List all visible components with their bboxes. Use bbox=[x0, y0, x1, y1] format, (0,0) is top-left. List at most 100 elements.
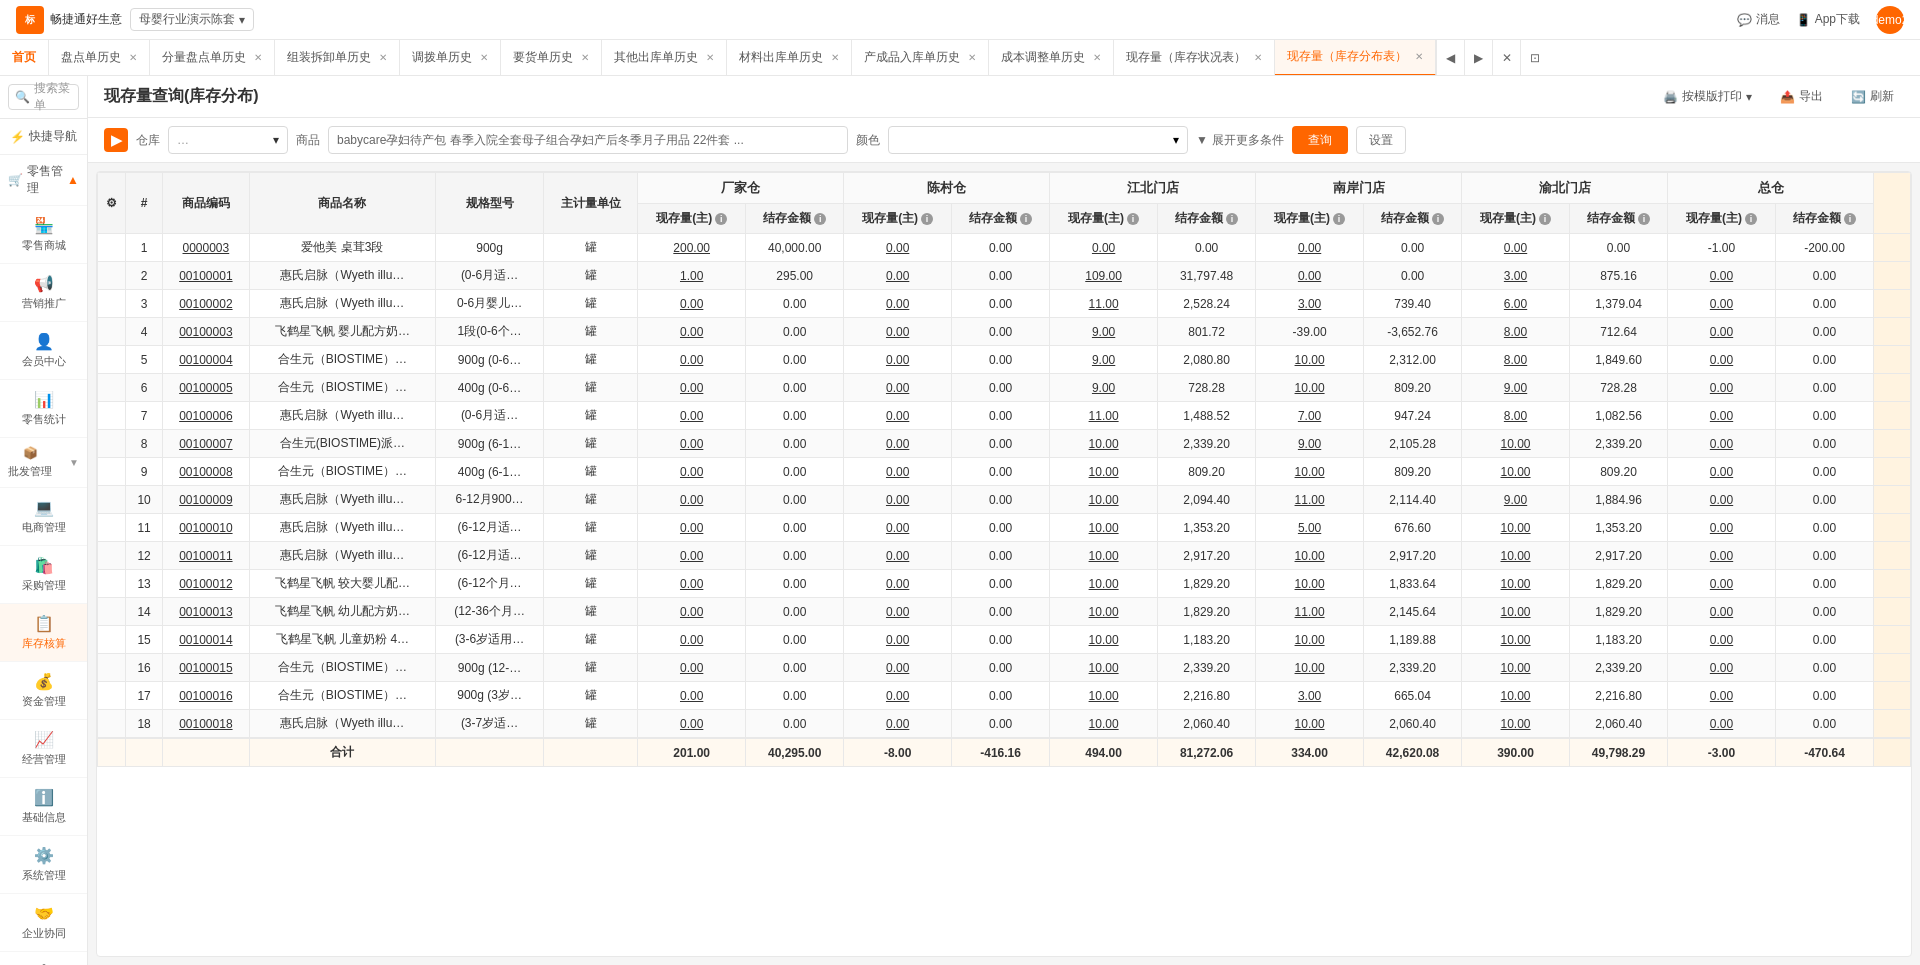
app-download-btn[interactable]: 📱 App下载 bbox=[1796, 11, 1860, 28]
tab-assemble[interactable]: 组装拆卸单历史 ✕ bbox=[275, 40, 400, 76]
value-cell[interactable]: 0.00 bbox=[638, 486, 746, 514]
info-icon[interactable]: i bbox=[1432, 213, 1444, 225]
value-cell[interactable]: 10.00 bbox=[1050, 542, 1158, 570]
sidebar-item-marketing[interactable]: 📢 营销推广 bbox=[0, 264, 87, 322]
tab-split-stocktake[interactable]: 分量盘点单历史 ✕ bbox=[150, 40, 275, 76]
message-btn[interactable]: 💬 消息 bbox=[1737, 11, 1780, 28]
goods-input[interactable]: babycare孕妇待产包 春季入院全套母子组合孕妇产后冬季月子用品 22件套 … bbox=[328, 126, 848, 154]
value-cell[interactable]: 9.00 bbox=[1050, 374, 1158, 402]
tab-close-icon[interactable]: ✕ bbox=[129, 52, 137, 63]
refresh-btn[interactable]: 🔄 刷新 bbox=[1841, 84, 1904, 109]
filter-expand-btn[interactable]: ▶ bbox=[104, 128, 128, 152]
info-icon[interactable]: i bbox=[921, 213, 933, 225]
value-cell[interactable]: 0.00 bbox=[844, 262, 952, 290]
value-cell[interactable]: 0.00 bbox=[1668, 318, 1776, 346]
value-cell[interactable]: 0.00 bbox=[1256, 262, 1364, 290]
value-cell[interactable]: 8.00 bbox=[1462, 346, 1570, 374]
value-cell[interactable]: 0.00 bbox=[844, 542, 952, 570]
info-icon[interactable]: i bbox=[1638, 213, 1650, 225]
tab-production-in[interactable]: 产成品入库单历史 ✕ bbox=[852, 40, 989, 76]
value-cell[interactable]: 0.00 bbox=[1668, 458, 1776, 486]
user-avatar[interactable]: demo2 bbox=[1876, 6, 1904, 34]
code-cell[interactable]: 00100006 bbox=[163, 402, 249, 430]
value-cell[interactable]: 109.00 bbox=[1050, 262, 1158, 290]
info-icon[interactable]: i bbox=[1226, 213, 1238, 225]
value-cell[interactable]: 0.00 bbox=[844, 682, 952, 710]
value-cell[interactable]: 10.00 bbox=[1256, 458, 1364, 486]
value-cell[interactable]: 0.00 bbox=[1668, 626, 1776, 654]
warehouse-input[interactable]: … ▾ bbox=[168, 126, 288, 154]
tab-stocktake[interactable]: 盘点单历史 ✕ bbox=[49, 40, 150, 76]
value-cell[interactable]: 0.00 bbox=[1668, 430, 1776, 458]
tab-home[interactable]: 首页 bbox=[0, 40, 49, 76]
value-cell[interactable]: 3.00 bbox=[1256, 682, 1364, 710]
value-cell[interactable]: 0.00 bbox=[844, 430, 952, 458]
value-cell[interactable]: 10.00 bbox=[1256, 346, 1364, 374]
code-cell[interactable]: 00100008 bbox=[163, 458, 249, 486]
value-cell[interactable]: 10.00 bbox=[1462, 710, 1570, 739]
th-settings[interactable]: ⚙ bbox=[98, 173, 126, 234]
tab-close-all-btn[interactable]: ✕ bbox=[1492, 40, 1520, 76]
value-cell[interactable]: 0.00 bbox=[844, 570, 952, 598]
sidebar-item-purchase[interactable]: 🛍️ 采购管理 bbox=[0, 546, 87, 604]
value-cell[interactable]: 0.00 bbox=[638, 458, 746, 486]
value-cell[interactable]: 9.00 bbox=[1256, 430, 1364, 458]
expand-more-btn[interactable]: ▼ 展开更多条件 bbox=[1196, 132, 1284, 149]
value-cell[interactable]: 0.00 bbox=[844, 654, 952, 682]
value-cell[interactable]: 10.00 bbox=[1050, 626, 1158, 654]
value-cell[interactable]: 0.00 bbox=[638, 374, 746, 402]
code-cell[interactable]: 00100001 bbox=[163, 262, 249, 290]
value-cell[interactable]: 0.00 bbox=[844, 458, 952, 486]
tab-inventory-status[interactable]: 现存量（库存状况表） ✕ bbox=[1114, 40, 1275, 76]
sidebar-item-member[interactable]: 👤 会员中心 bbox=[0, 322, 87, 380]
value-cell[interactable]: 0.00 bbox=[638, 710, 746, 739]
value-cell[interactable]: 0.00 bbox=[844, 234, 952, 262]
value-cell[interactable]: 8.00 bbox=[1462, 402, 1570, 430]
info-icon[interactable]: i bbox=[1844, 213, 1856, 225]
value-cell[interactable]: 0.00 bbox=[844, 486, 952, 514]
demo-selector[interactable]: 母婴行业演示陈套 ▾ bbox=[130, 8, 254, 31]
sidebar-item-retail-mgmt[interactable]: 🛒 零售管理 ▲ bbox=[0, 155, 87, 206]
tab-close-icon[interactable]: ✕ bbox=[480, 52, 488, 63]
export-btn[interactable]: 📤 导出 bbox=[1770, 84, 1833, 109]
value-cell[interactable]: 10.00 bbox=[1050, 598, 1158, 626]
value-cell[interactable]: 10.00 bbox=[1050, 682, 1158, 710]
value-cell[interactable]: 0.00 bbox=[1668, 402, 1776, 430]
value-cell[interactable]: 0.00 bbox=[638, 318, 746, 346]
value-cell[interactable]: 10.00 bbox=[1462, 570, 1570, 598]
value-cell[interactable]: 10.00 bbox=[1256, 542, 1364, 570]
value-cell[interactable]: 0.00 bbox=[1668, 682, 1776, 710]
code-cell[interactable]: 00100016 bbox=[163, 682, 249, 710]
value-cell[interactable]: 0.00 bbox=[638, 542, 746, 570]
query-btn[interactable]: 查询 bbox=[1292, 126, 1348, 154]
code-cell[interactable]: 0000003 bbox=[163, 234, 249, 262]
info-icon[interactable]: i bbox=[1333, 213, 1345, 225]
info-icon[interactable]: i bbox=[1020, 213, 1032, 225]
value-cell[interactable]: 11.00 bbox=[1050, 290, 1158, 318]
value-cell[interactable]: 0.00 bbox=[638, 598, 746, 626]
value-cell[interactable]: 0.00 bbox=[1668, 514, 1776, 542]
code-cell[interactable]: 00100009 bbox=[163, 486, 249, 514]
value-cell[interactable]: 0.00 bbox=[638, 626, 746, 654]
sidebar-item-wholesale[interactable]: 📦 批发管理 ▼ bbox=[0, 438, 87, 488]
value-cell[interactable]: 0.00 bbox=[1668, 542, 1776, 570]
value-cell[interactable]: 9.00 bbox=[1050, 346, 1158, 374]
value-cell[interactable]: 0.00 bbox=[844, 374, 952, 402]
value-cell[interactable]: 7.00 bbox=[1256, 402, 1364, 430]
tab-expand-btn[interactable]: ⊡ bbox=[1520, 40, 1548, 76]
value-cell[interactable]: 11.00 bbox=[1256, 598, 1364, 626]
code-cell[interactable]: 00100013 bbox=[163, 598, 249, 626]
value-cell[interactable]: 10.00 bbox=[1050, 514, 1158, 542]
value-cell[interactable]: 10.00 bbox=[1462, 458, 1570, 486]
value-cell[interactable]: 10.00 bbox=[1462, 542, 1570, 570]
value-cell[interactable]: 0.00 bbox=[1668, 654, 1776, 682]
code-cell[interactable]: 00100010 bbox=[163, 514, 249, 542]
value-cell[interactable]: 0.00 bbox=[1256, 234, 1364, 262]
value-cell[interactable]: 10.00 bbox=[1256, 654, 1364, 682]
code-cell[interactable]: 00100012 bbox=[163, 570, 249, 598]
value-cell[interactable]: 10.00 bbox=[1050, 570, 1158, 598]
tab-close-icon[interactable]: ✕ bbox=[968, 52, 976, 63]
value-cell[interactable]: 10.00 bbox=[1462, 682, 1570, 710]
code-cell[interactable]: 00100005 bbox=[163, 374, 249, 402]
sidebar-item-guide[interactable]: 🎓 新手引导 bbox=[0, 952, 87, 965]
